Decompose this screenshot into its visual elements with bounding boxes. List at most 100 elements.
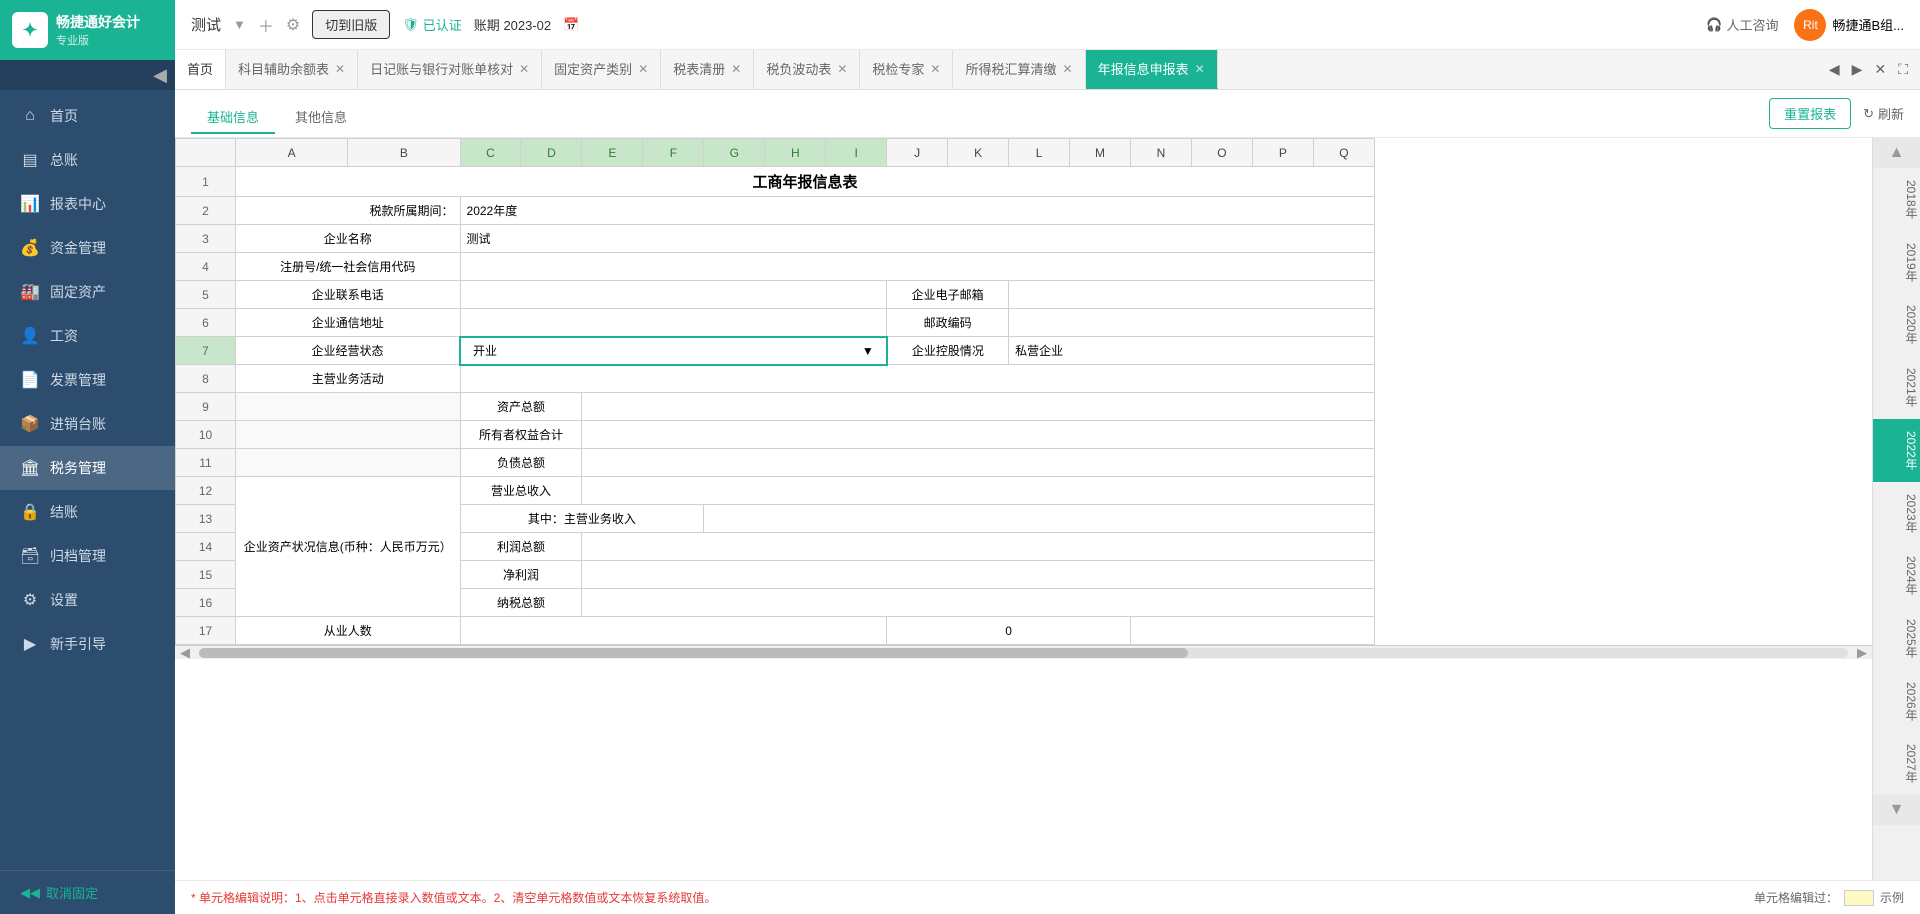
year-2024[interactable]: 2024年: [1873, 544, 1920, 607]
col-header-I[interactable]: I: [826, 139, 887, 167]
col-header-M[interactable]: M: [1070, 139, 1131, 167]
cell-address-value[interactable]: [460, 309, 887, 337]
tab-close-aux-balance[interactable]: ✕: [335, 62, 345, 76]
topbar-dropdown-arrow[interactable]: ▼: [233, 17, 246, 32]
tab-maximize-btn[interactable]: ⛶: [1894, 59, 1912, 80]
cell-zip-label[interactable]: 邮政编码: [887, 309, 1009, 337]
col-header-P[interactable]: P: [1252, 139, 1313, 167]
cell-employees-value2[interactable]: 0: [887, 617, 1131, 645]
sidebar-item-home[interactable]: ⌂ 首页: [0, 94, 175, 138]
sidebar-item-reports[interactable]: 📊 报表中心: [0, 182, 175, 226]
cell-phone-value[interactable]: [460, 281, 887, 309]
year-2026[interactable]: 2026年: [1873, 670, 1920, 733]
subtab-basic[interactable]: 基础信息: [191, 101, 275, 134]
col-header-B[interactable]: B: [348, 139, 460, 167]
year-2019[interactable]: 2019年: [1873, 231, 1920, 294]
cell-revenue-label[interactable]: 营业总收入: [460, 477, 582, 505]
tab-close-tax-wave[interactable]: ✕: [837, 62, 847, 76]
tab-prev-btn[interactable]: ◀: [1825, 59, 1844, 80]
year-2025[interactable]: 2025年: [1873, 607, 1920, 670]
topbar-settings-btn[interactable]: ⚙: [286, 15, 300, 35]
cell-holding-value[interactable]: 私营企业: [1009, 337, 1375, 365]
tab-close-bank-reconcile[interactable]: ✕: [519, 62, 529, 76]
cell-period-value[interactable]: 2022年度: [460, 197, 1374, 225]
col-header-H[interactable]: H: [765, 139, 826, 167]
tab-close-tax-expert[interactable]: ✕: [930, 62, 940, 76]
tab-income-tax[interactable]: 所得税汇算清缴 ✕: [953, 50, 1085, 89]
sidebar-item-inventory[interactable]: 📦 进销台账: [0, 402, 175, 446]
tab-close-income-tax[interactable]: ✕: [1063, 62, 1073, 76]
tab-bank-reconcile[interactable]: 日记账与银行对账单核对 ✕: [358, 50, 542, 89]
year-2023[interactable]: 2023年: [1873, 482, 1920, 545]
service-btn[interactable]: 🎧 人工咨询: [1706, 15, 1778, 34]
cell-business-value[interactable]: [460, 365, 1374, 393]
cell-equity-value[interactable]: [582, 421, 1375, 449]
cell-holding-label[interactable]: 企业控股情况: [887, 337, 1009, 365]
sidebar-item-payroll[interactable]: 👤 工资: [0, 314, 175, 358]
year-scroll-up[interactable]: ▲: [1873, 138, 1920, 168]
year-2018[interactable]: 2018年: [1873, 168, 1920, 231]
cell-regnum-label[interactable]: 注册号/统一社会信用代码: [236, 253, 461, 281]
cell-email-label[interactable]: 企业电子邮箱: [887, 281, 1009, 309]
cell-employees-value3[interactable]: [1131, 617, 1375, 645]
sidebar-item-settings[interactable]: ⚙ 设置: [0, 578, 175, 622]
col-header-Q[interactable]: Q: [1313, 139, 1374, 167]
cell-tax-total-value[interactable]: [582, 589, 1375, 617]
year-2021[interactable]: 2021年: [1873, 356, 1920, 419]
cell-zip-value[interactable]: [1009, 309, 1375, 337]
cell-tax-total-label[interactable]: 纳税总额: [460, 589, 582, 617]
cell-net-profit-label[interactable]: 净利润: [460, 561, 582, 589]
horizontal-scrollbar[interactable]: ◀ ▶: [175, 645, 1872, 659]
cell-email-value[interactable]: [1009, 281, 1375, 309]
cell-liab-label[interactable]: 负债总额: [460, 449, 582, 477]
col-header-N[interactable]: N: [1131, 139, 1192, 167]
spreadsheet-main[interactable]: A B C D E F G H I J K L M N O: [175, 138, 1872, 880]
sidebar-item-archive[interactable]: 🗃 归档管理: [0, 534, 175, 578]
tab-tax-clearance[interactable]: 税表清册 ✕: [661, 50, 754, 89]
tab-aux-balance[interactable]: 科目辅助余额表 ✕: [226, 50, 358, 89]
tab-tax-wave[interactable]: 税负波动表 ✕: [754, 50, 860, 89]
cell-employees-label[interactable]: 从业人数: [236, 617, 461, 645]
cell-liab-value[interactable]: [582, 449, 1375, 477]
tab-home[interactable]: 首页: [175, 50, 226, 89]
col-header-G[interactable]: G: [704, 139, 765, 167]
reset-report-btn[interactable]: 重置报表: [1769, 98, 1851, 129]
cell-equity-label[interactable]: 所有者权益合计: [460, 421, 582, 449]
subtab-other[interactable]: 其他信息: [279, 101, 363, 134]
topbar-add-btn[interactable]: ＋: [258, 13, 274, 37]
cell-main-revenue-label[interactable]: 其中：主营业务收入: [460, 505, 704, 533]
year-2027[interactable]: 2027年: [1873, 732, 1920, 795]
tab-next-btn[interactable]: ▶: [1848, 59, 1867, 80]
user-menu[interactable]: Rit 畅捷通B组...: [1794, 9, 1904, 41]
year-2022[interactable]: 2022年: [1873, 419, 1920, 482]
calendar-icon[interactable]: 📅: [563, 17, 579, 33]
tab-tax-expert[interactable]: 税检专家 ✕: [860, 50, 953, 89]
cell-main-revenue-value[interactable]: [704, 505, 1375, 533]
cell-phone-label[interactable]: 企业联系电话: [236, 281, 461, 309]
tab-annual-report[interactable]: 年报信息申报表 ✕: [1086, 50, 1218, 89]
year-2020[interactable]: 2020年: [1873, 293, 1920, 356]
refresh-btn[interactable]: ↻ 刷新: [1863, 104, 1904, 123]
tab-close-all-btn[interactable]: ✕: [1870, 59, 1890, 80]
cell-regnum-value[interactable]: [460, 253, 1374, 281]
tab-close-fixed-assets[interactable]: ✕: [638, 62, 648, 76]
tab-close-tax-clearance[interactable]: ✕: [731, 62, 741, 76]
cell-profit-value[interactable]: [582, 533, 1375, 561]
col-header-D[interactable]: D: [521, 139, 582, 167]
col-header-L[interactable]: L: [1009, 139, 1070, 167]
cell-net-profit-value[interactable]: [582, 561, 1375, 589]
sidebar-item-assets[interactable]: 🏭 固定资产: [0, 270, 175, 314]
sidebar-item-invoice[interactable]: 📄 发票管理: [0, 358, 175, 402]
col-header-J[interactable]: J: [887, 139, 948, 167]
col-header-K[interactable]: K: [948, 139, 1009, 167]
cell-profit-label[interactable]: 利润总额: [460, 533, 582, 561]
cell-total-assets-value[interactable]: [582, 393, 1375, 421]
col-header-A[interactable]: A: [236, 139, 348, 167]
sidebar-item-guide[interactable]: ▶ 新手引导: [0, 622, 175, 666]
cell-business-label[interactable]: 主营业务活动: [236, 365, 461, 393]
tab-close-annual-report[interactable]: ✕: [1195, 62, 1205, 76]
sidebar-item-tax[interactable]: 🏛 税务管理: [0, 446, 175, 490]
cell-status-dropdown[interactable]: 开业 ▼: [460, 337, 887, 365]
switch-old-version-btn[interactable]: 切到旧版: [312, 10, 390, 39]
col-header-O[interactable]: O: [1191, 139, 1252, 167]
